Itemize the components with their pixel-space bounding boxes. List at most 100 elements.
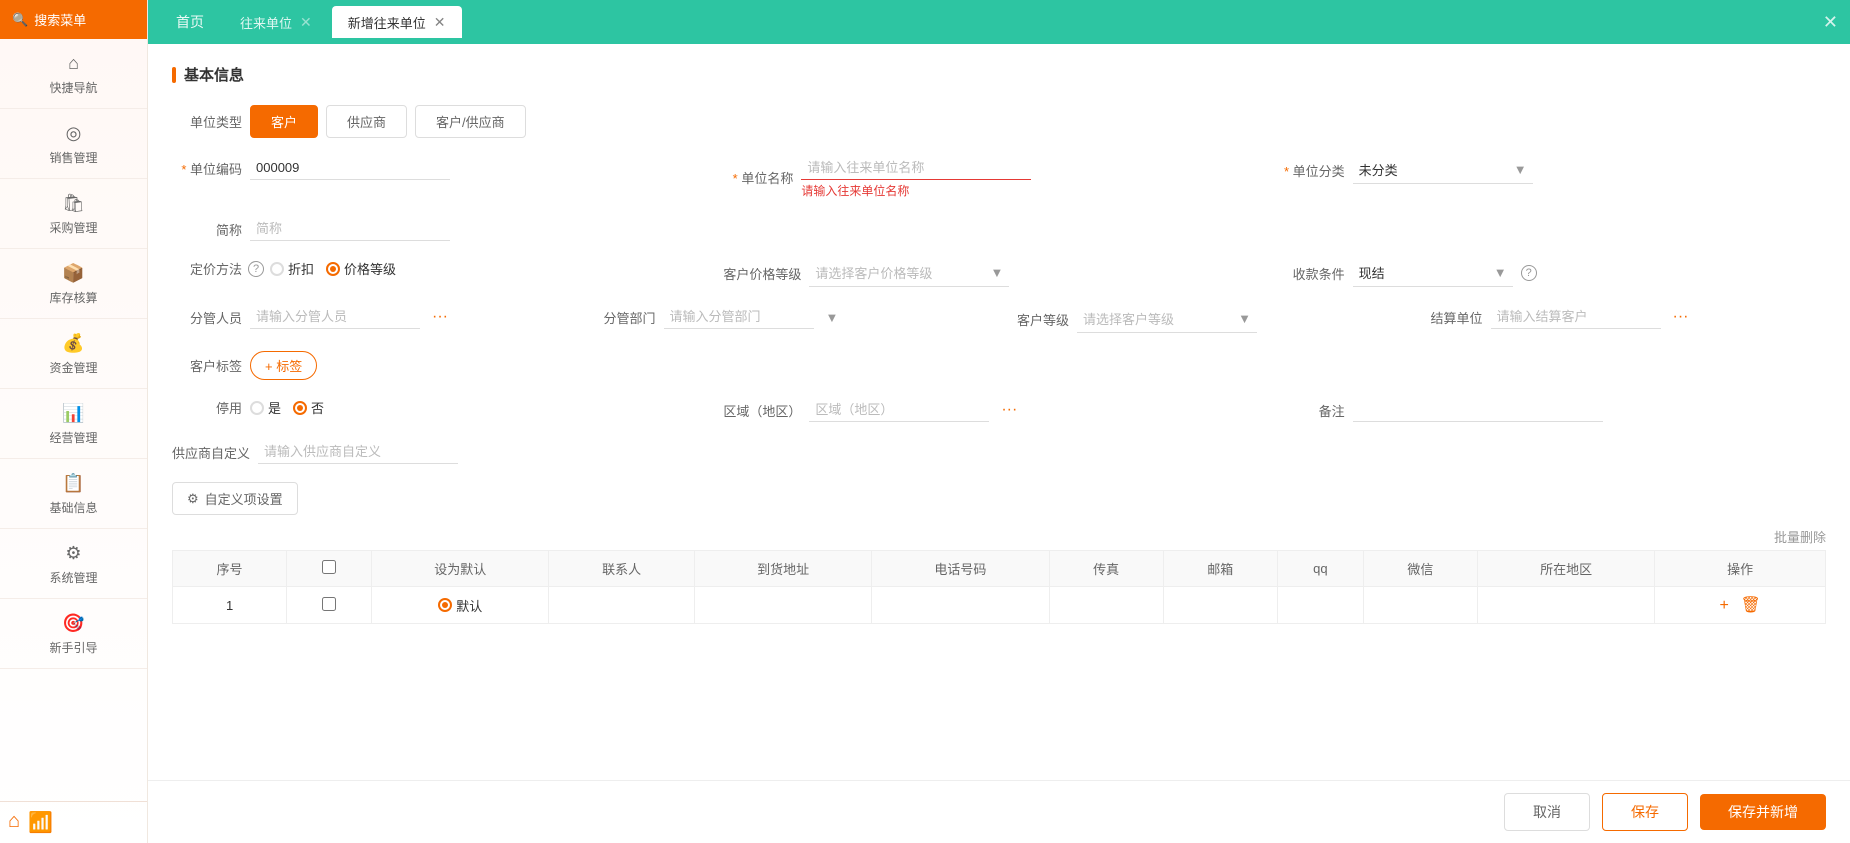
sidebar-item-finance[interactable]: 💰资金管理 bbox=[0, 319, 147, 389]
table-column-header: 微信 bbox=[1363, 551, 1477, 587]
row-default-radio[interactable]: 默认 bbox=[382, 596, 538, 615]
disable-radio-yes[interactable]: 是 bbox=[250, 398, 281, 417]
home-icon[interactable]: ⌂ bbox=[8, 810, 20, 835]
unit-category-arrow: ▼ bbox=[1514, 162, 1527, 177]
batch-delete-text[interactable]: 批量删除 bbox=[172, 527, 1826, 546]
add-tag-button[interactable]: + 标签 bbox=[250, 351, 317, 380]
disable-radio-circle-yes bbox=[250, 401, 264, 415]
custom-settings-button[interactable]: ⚙ 自定义项设置 bbox=[172, 482, 298, 515]
sidebar-item-basic[interactable]: 📋 基础信息 bbox=[0, 459, 147, 529]
supplier-custom-label: 供应商自定义 bbox=[172, 443, 250, 462]
customer-price-level-placeholder: 请选择客户价格等级 bbox=[815, 263, 932, 282]
row-add-button[interactable]: + bbox=[1719, 597, 1728, 614]
save-and-new-button[interactable]: 保存并新增 bbox=[1700, 794, 1826, 830]
unit-code-field: 单位编码 bbox=[172, 156, 723, 180]
cancel-button[interactable]: 取消 bbox=[1504, 793, 1590, 831]
unit-category-field: 单位分类 未分类 ▼ bbox=[1275, 156, 1826, 184]
sidebar-item-system[interactable]: ⚙系统管理 bbox=[0, 529, 147, 599]
table-column-header: 传真 bbox=[1049, 551, 1163, 587]
alias-input[interactable] bbox=[250, 217, 450, 241]
unit-code-label: 单位编码 bbox=[172, 159, 242, 178]
main-content: 首页 往来单位✕新增往来单位✕ ✕ 基本信息 单位类型 客户供应商客户/供应商 … bbox=[148, 0, 1850, 843]
unit-name-input[interactable] bbox=[801, 156, 1031, 180]
sidebar-item-guide[interactable]: 🎯新手引导 bbox=[0, 599, 147, 669]
manager-field: 分管人员 ··· bbox=[172, 305, 586, 329]
department-input[interactable] bbox=[664, 305, 814, 329]
unit-type-supplier-button[interactable]: 供应商 bbox=[326, 105, 407, 138]
chart-icon[interactable]: 📶 bbox=[28, 810, 53, 835]
row-default-label: 默认 bbox=[456, 596, 482, 615]
table-column-header bbox=[287, 551, 372, 587]
region-more-button[interactable]: ··· bbox=[997, 401, 1021, 419]
sidebar-label-basic: 基础信息 bbox=[49, 499, 97, 516]
sidebar-item-purchase[interactable]: 🛍采购管理 bbox=[0, 179, 147, 249]
manager-input[interactable] bbox=[250, 305, 420, 329]
customer-level-field: 客户等级 请选择客户等级 ▼ bbox=[999, 305, 1413, 333]
disable-radio-label-yes: 是 bbox=[268, 398, 281, 417]
table-column-header: 操作 bbox=[1655, 551, 1826, 587]
unit-name-error-msg: 请输入往来单位名称 bbox=[801, 182, 1031, 199]
pricing-radio-price-level[interactable]: 价格等级 bbox=[326, 259, 396, 278]
sidebar-item-operations[interactable]: 📊经营管理 bbox=[0, 389, 147, 459]
tab-contacts[interactable]: 往来单位✕ bbox=[224, 6, 328, 38]
manager-more-button[interactable]: ··· bbox=[428, 308, 452, 326]
row-checkbox[interactable] bbox=[322, 597, 336, 611]
sidebar-item-quick-nav[interactable]: ⌂快捷导航 bbox=[0, 39, 147, 109]
sidebar-label-guide: 新手引导 bbox=[49, 639, 97, 656]
pricing-help-icon[interactable]: ? bbox=[248, 261, 264, 277]
remark-input[interactable] bbox=[1353, 398, 1603, 422]
pricing-label: 定价方法 bbox=[172, 259, 242, 278]
unit-type-customer-button[interactable]: 客户 bbox=[250, 105, 318, 138]
supplier-custom-field: 供应商自定义 bbox=[172, 440, 1826, 464]
unit-type-both-button[interactable]: 客户/供应商 bbox=[415, 105, 526, 138]
section-title-basic-info: 基本信息 bbox=[172, 64, 1826, 85]
settlement-more-button[interactable]: ··· bbox=[1669, 308, 1693, 326]
table-column-header: 到货地址 bbox=[695, 551, 872, 587]
row-email bbox=[1163, 587, 1277, 624]
table-column-header: 电话号码 bbox=[872, 551, 1049, 587]
tab-close-contacts[interactable]: ✕ bbox=[300, 15, 312, 29]
customer-level-select[interactable]: 请选择客户等级 ▼ bbox=[1077, 305, 1257, 333]
close-all-tabs-button[interactable]: ✕ bbox=[1823, 12, 1838, 33]
row-actions: + 🗑 bbox=[1655, 587, 1826, 624]
remark-label: 备注 bbox=[1275, 401, 1345, 420]
sidebar-item-sales[interactable]: ◎销售管理 bbox=[0, 109, 147, 179]
unit-name-field: 单位名称 请输入往来单位名称 bbox=[723, 156, 1274, 199]
unit-code-input[interactable] bbox=[250, 156, 450, 180]
settlement-unit-input[interactable] bbox=[1491, 305, 1661, 329]
unit-category-select[interactable]: 未分类 ▼ bbox=[1353, 156, 1533, 184]
tab-new-contact[interactable]: 新增往来单位✕ bbox=[332, 6, 462, 38]
select-all-checkbox[interactable] bbox=[322, 560, 336, 574]
region-input[interactable] bbox=[809, 398, 989, 422]
table-column-header: 设为默认 bbox=[372, 551, 549, 587]
supplier-custom-row: 供应商自定义 bbox=[172, 440, 1826, 464]
alias-row: 简称 bbox=[172, 217, 1826, 241]
manager-row: 分管人员 ··· 分管部门 ▼ 客户等级 请选择客户等级 ▼ 结算单位 ··· bbox=[172, 305, 1826, 333]
pricing-radio-discount[interactable]: 折扣 bbox=[270, 259, 314, 278]
row-checkbox-cell bbox=[287, 587, 372, 624]
table-column-header: 所在地区 bbox=[1478, 551, 1655, 587]
customer-price-level-select[interactable]: 请选择客户价格等级 ▼ bbox=[809, 259, 1009, 287]
tab-close-new-contact[interactable]: ✕ bbox=[434, 15, 446, 29]
disable-radio-no[interactable]: 否 bbox=[293, 398, 324, 417]
disable-radio-label-no: 否 bbox=[311, 398, 324, 417]
sidebar-item-inventory[interactable]: 📦库存核算 bbox=[0, 249, 147, 319]
payment-terms-select[interactable]: 现结 ▼ bbox=[1353, 259, 1513, 287]
sidebar-icon-basic: 📋 bbox=[62, 471, 86, 495]
supplier-custom-input[interactable] bbox=[258, 440, 458, 464]
tab-home[interactable]: 首页 bbox=[160, 6, 220, 38]
table-column-header: 邮箱 bbox=[1163, 551, 1277, 587]
row-region bbox=[1478, 587, 1655, 624]
disable-field: 停用 是否 bbox=[172, 398, 723, 417]
alias-field: 简称 bbox=[172, 217, 1826, 241]
unit-type-row: 单位类型 客户供应商客户/供应商 bbox=[172, 105, 1826, 138]
save-button[interactable]: 保存 bbox=[1602, 793, 1688, 831]
row-wechat bbox=[1363, 587, 1477, 624]
payment-help-icon[interactable]: ? bbox=[1521, 265, 1537, 281]
sidebar-search[interactable]: 🔍 搜索菜单 bbox=[0, 0, 147, 39]
sidebar-label-inventory: 库存核算 bbox=[49, 289, 97, 306]
unit-type-field: 单位类型 客户供应商客户/供应商 bbox=[172, 105, 1826, 138]
table-column-header: 序号 bbox=[173, 551, 287, 587]
settlement-unit-label: 结算单位 bbox=[1413, 308, 1483, 327]
row-delete-button[interactable]: 🗑 bbox=[1740, 597, 1760, 614]
